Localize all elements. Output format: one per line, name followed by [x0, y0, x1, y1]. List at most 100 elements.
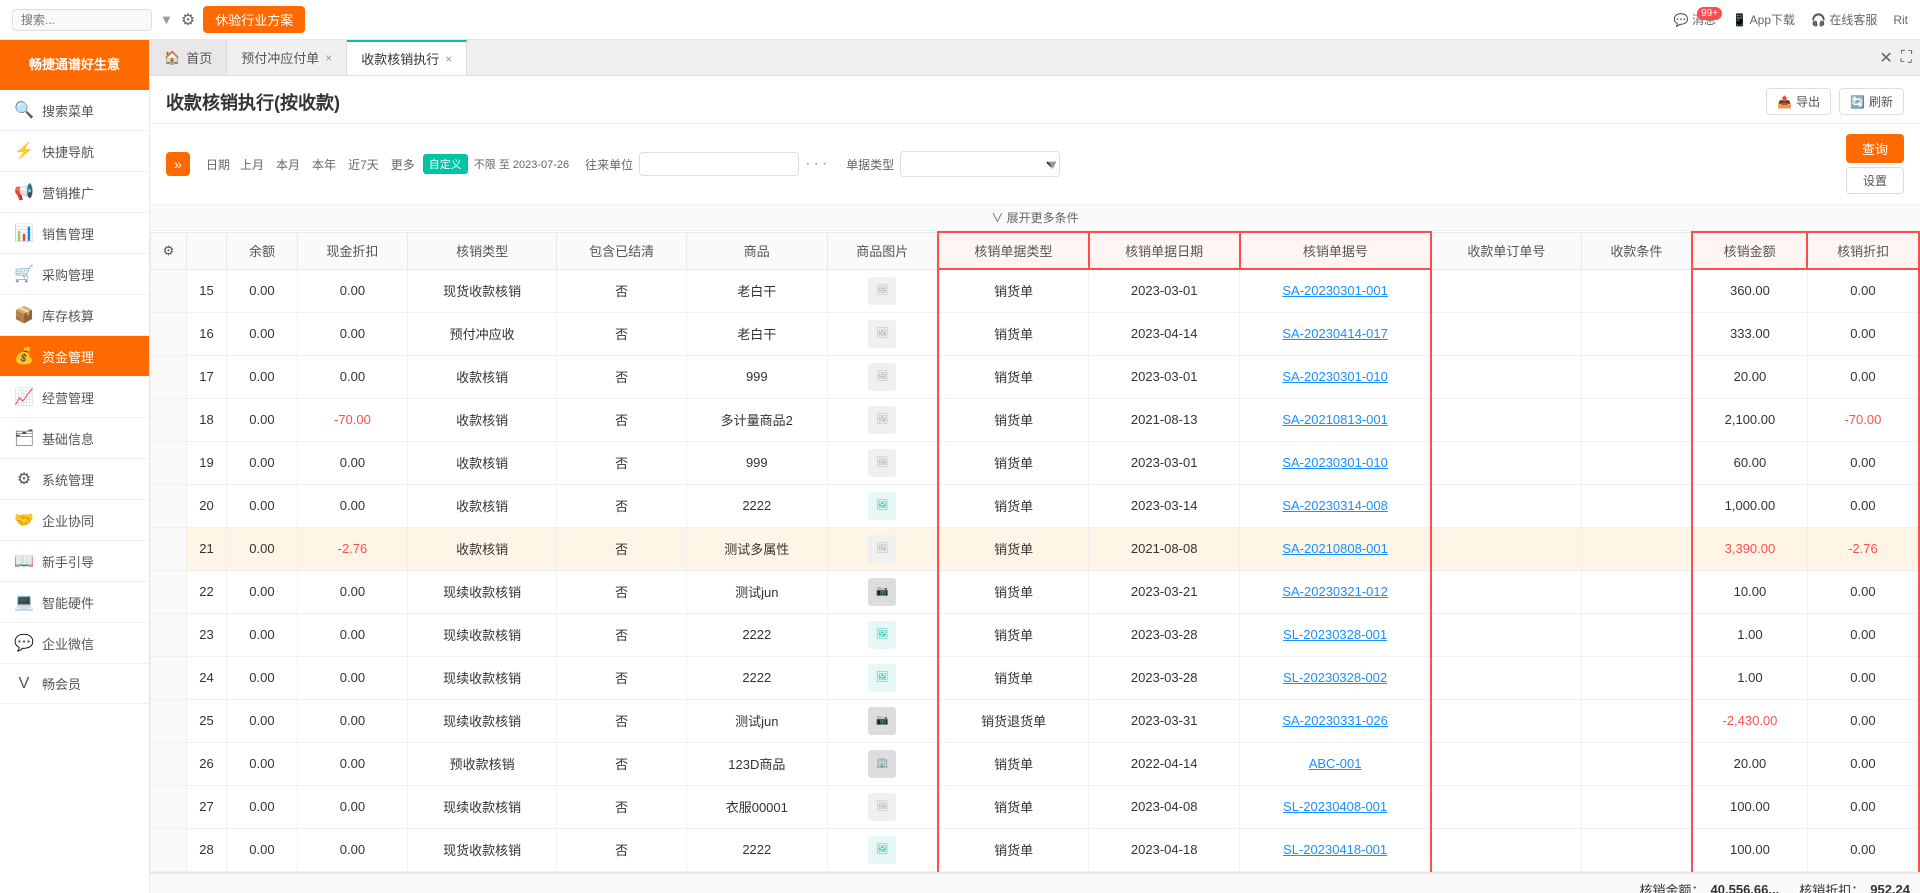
sidebar-item-vip[interactable]: V 畅会员: [0, 664, 149, 704]
sidebar-item-collab[interactable]: 🤝 企业协同: [0, 500, 149, 541]
date-7days[interactable]: 近7天: [344, 154, 383, 175]
date-more[interactable]: 更多: [387, 154, 419, 175]
counterparty-label: 往来单位: [585, 156, 633, 173]
table-row: 18 0.00 -70.00 收款核销 否 多计量商品2 🖼 销货单 2021-…: [151, 398, 1920, 441]
td-cancel-bill-no[interactable]: SL-20230328-001: [1240, 613, 1432, 656]
td-cancel-type: 收款核销: [407, 441, 556, 484]
tab-prepay[interactable]: 预付冲应付单 ×: [227, 40, 347, 75]
td-cancel-type: 收款核销: [407, 527, 556, 570]
sidebar-item-basicinfo[interactable]: 🗂 基础信息: [0, 418, 149, 459]
sidebar-item-purchase[interactable]: 🛒 采购管理: [0, 254, 149, 295]
td-cancel-bill-no[interactable]: SL-20230328-002: [1240, 656, 1432, 699]
filter-settings-button[interactable]: 设置: [1846, 167, 1904, 194]
tab-receipt-cancel[interactable]: 收款核销执行 ×: [347, 40, 467, 75]
td-receipt-order-no: [1431, 398, 1581, 441]
filter-toggle-button[interactable]: »: [166, 152, 190, 176]
table-row: 27 0.00 0.00 现续收款核销 否 衣服00001 🖼 销货单 2023…: [151, 785, 1920, 828]
message-icon[interactable]: 💬: [1674, 13, 1689, 27]
sidebar-item-marketing[interactable]: 📢 营销推广: [0, 172, 149, 213]
td-cancel-bill-no[interactable]: SA-20230301-010: [1240, 441, 1432, 484]
tab-bar-actions: ✕ ⛶: [1879, 48, 1920, 68]
td-cancel-bill-date: 2022-04-14: [1089, 742, 1240, 785]
sidebar-item-label: 畅会员: [42, 674, 81, 693]
td-cancel-bill-no[interactable]: SA-20230414-017: [1240, 312, 1432, 355]
expand-more-bar[interactable]: ∨ 展开更多条件: [150, 205, 1920, 231]
td-product: 2222: [687, 828, 828, 871]
industry-btn[interactable]: 休验行业方案: [203, 6, 305, 33]
td-num: 28: [187, 828, 227, 871]
td-cancel-bill-no[interactable]: SA-20230301-001: [1240, 269, 1432, 312]
filter-order-type-group: 单据类型 ▼: [846, 151, 1059, 177]
td-cancel-amount: 10.00: [1692, 570, 1807, 613]
sidebar-item-label: 采购管理: [42, 265, 94, 284]
td-cancel-amount: 20.00: [1692, 742, 1807, 785]
td-cancel-bill-no[interactable]: SA-20230331-026: [1240, 699, 1432, 742]
tab-close-receipt[interactable]: ×: [445, 52, 452, 66]
td-cancel-amount: 360.00: [1692, 269, 1807, 312]
sidebar-item-operations[interactable]: 📈 经营管理: [0, 377, 149, 418]
sidebar-item-system[interactable]: ⚙ 系统管理: [0, 459, 149, 500]
col-settings[interactable]: ⚙: [151, 232, 187, 269]
td-product-image: 🖼: [827, 398, 938, 441]
tab-home[interactable]: 🏠 首页: [150, 40, 227, 75]
date-this-year[interactable]: 本年: [308, 154, 340, 175]
td-cancel-discount: 0.00: [1807, 699, 1919, 742]
sidebar-item-finance[interactable]: 💰 资金管理: [0, 336, 149, 377]
td-cancel-bill-no[interactable]: SL-20230408-001: [1240, 785, 1432, 828]
td-cancel-type: 现续收款核销: [407, 699, 556, 742]
filter-bar: » 日期 上月 本月 本年 近7天 更多 自定义 不限 至 2023-07-26: [150, 124, 1920, 205]
td-receipt-condition: [1581, 355, 1692, 398]
product-image: 📷: [868, 578, 896, 606]
td-cancel-amount: 1.00: [1692, 613, 1807, 656]
td-included-settled: 否: [557, 398, 687, 441]
td-cancel-bill-no[interactable]: ABC-001: [1240, 742, 1432, 785]
top-search-input[interactable]: [12, 9, 152, 31]
sidebar-item-sales[interactable]: 📊 销售管理: [0, 213, 149, 254]
counterparty-input[interactable]: [639, 152, 799, 176]
tab-close-btn[interactable]: ✕: [1879, 48, 1892, 68]
tab-close-prepay[interactable]: ×: [325, 51, 332, 65]
td-cancel-bill-no[interactable]: SA-20230301-010: [1240, 355, 1432, 398]
td-product-image: 🖼: [827, 355, 938, 398]
td-cancel-bill-no[interactable]: SA-20210808-001: [1240, 527, 1432, 570]
export-icon: 📤: [1777, 95, 1792, 109]
td-included-settled: 否: [557, 570, 687, 613]
td-cancel-bill-no[interactable]: SA-20210813-001: [1240, 398, 1432, 441]
td-receipt-order-no: [1431, 570, 1581, 613]
product-image: 🏢: [868, 750, 896, 778]
td-cash-discount: 0.00: [297, 613, 407, 656]
tab-maximize-btn[interactable]: ⛶: [1901, 49, 1912, 67]
sidebar-item-wechat[interactable]: 💬 企业微信: [0, 623, 149, 664]
td-num: 21: [187, 527, 227, 570]
td-cancel-bill-no[interactable]: SA-20230321-012: [1240, 570, 1432, 613]
td-cancel-bill-no[interactable]: SA-20230314-008: [1240, 484, 1432, 527]
export-button[interactable]: 📤 导出: [1766, 88, 1831, 115]
order-type-select[interactable]: [900, 151, 1060, 177]
td-cash-discount: 0.00: [297, 699, 407, 742]
td-cancel-bill-type: 销货退货单: [938, 699, 1089, 742]
sidebar-item-hardware[interactable]: 💻 智能硬件: [0, 582, 149, 623]
date-last-month[interactable]: 上月: [236, 154, 268, 175]
app-download-label[interactable]: 📱 App下载: [1732, 11, 1795, 28]
date-custom-btn[interactable]: 自定义: [423, 154, 468, 174]
sidebar-item-guide[interactable]: 📖 新手引导: [0, 541, 149, 582]
td-receipt-order-no: [1431, 656, 1581, 699]
gear-icon[interactable]: ⚙: [181, 10, 195, 30]
td-settings: [151, 742, 187, 785]
filter-dots[interactable]: ···: [805, 155, 830, 173]
td-receipt-condition: [1581, 527, 1692, 570]
td-cancel-bill-no[interactable]: SL-20230418-001: [1240, 828, 1432, 871]
product-image: 🖼: [868, 363, 896, 391]
sidebar-item-search[interactable]: 🔍 搜索菜单: [0, 90, 149, 131]
online-service-label[interactable]: 🎧 在线客服: [1811, 11, 1877, 28]
refresh-button[interactable]: 🔄 刷新: [1839, 88, 1904, 115]
date-this-month[interactable]: 本月: [272, 154, 304, 175]
product-image: 🖼: [868, 277, 896, 305]
query-button[interactable]: 查询: [1846, 134, 1904, 163]
td-cancel-bill-type: 销货单: [938, 785, 1089, 828]
sidebar-item-inventory[interactable]: 📦 库存核算: [0, 295, 149, 336]
td-cash-discount: 0.00: [297, 269, 407, 312]
td-cancel-amount: 60.00: [1692, 441, 1807, 484]
sidebar-item-quicknav[interactable]: ⚡ 快捷导航: [0, 131, 149, 172]
td-cancel-bill-date: 2023-03-28: [1089, 613, 1240, 656]
